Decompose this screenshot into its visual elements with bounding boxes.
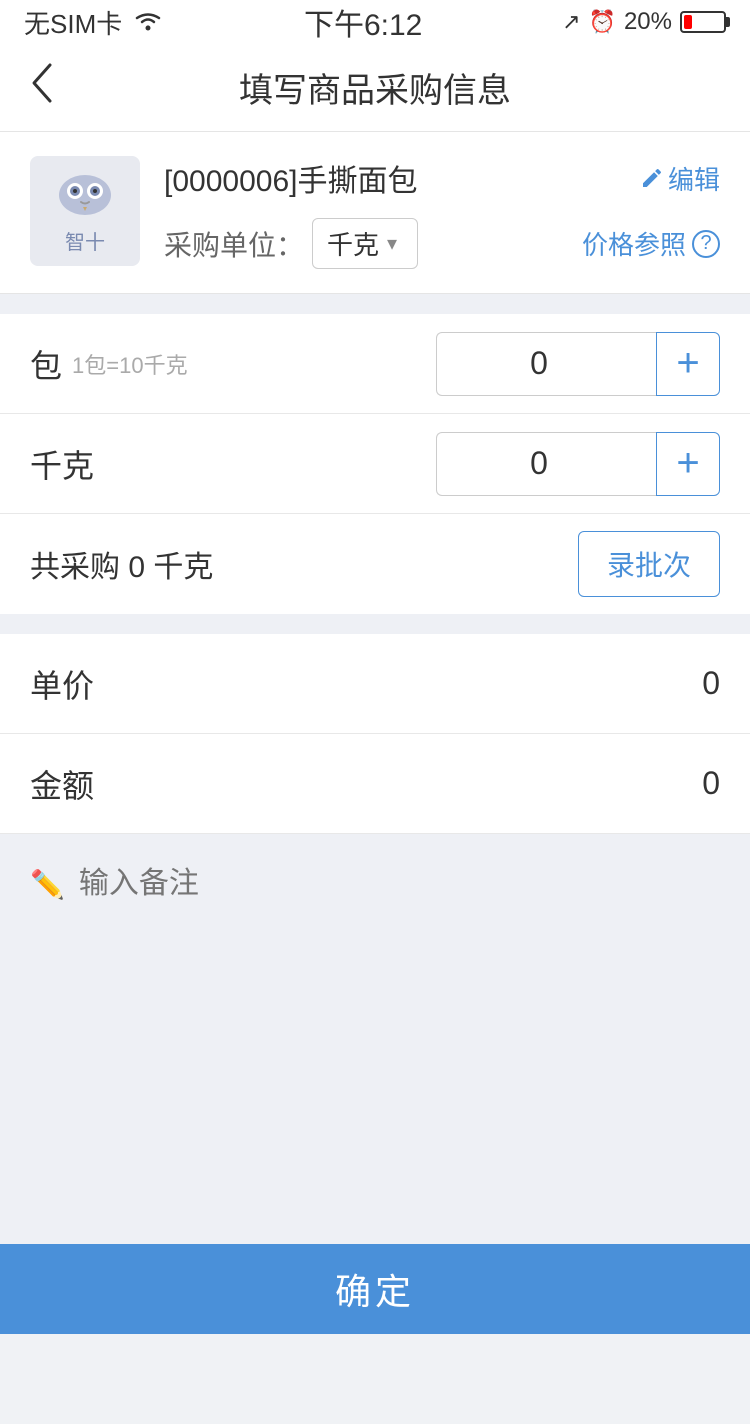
page-title: 填写商品采购信息 [239, 63, 511, 112]
wifi-icon [132, 7, 164, 38]
price-ref-label: 价格参照 [582, 225, 686, 262]
dropdown-icon: ▾ [387, 231, 397, 256]
help-icon: ? [692, 230, 720, 258]
bao-label: 包 1包=10千克 [30, 341, 188, 387]
unit-price-row: 单价 0 [0, 634, 750, 734]
back-button[interactable] [28, 61, 54, 115]
bao-label-sub: 1包=10千克 [72, 348, 188, 380]
bao-plus-button[interactable]: + [656, 332, 720, 396]
unit-price-label: 单价 [30, 661, 94, 707]
remark-input[interactable] [79, 867, 720, 901]
edit-button[interactable]: 编辑 [640, 160, 720, 197]
nav-bar: 填写商品采购信息 [0, 44, 750, 132]
kg-label-main: 千克 [30, 441, 94, 487]
product-header: [0000006]手撕面包 编辑 [164, 156, 720, 200]
status-right: ↗ ⏰ 20% [562, 8, 726, 36]
input-section: 包 1包=10千克 + 千克 + 共采购 0 千克 录批次 [0, 314, 750, 614]
unit-value: 千克 [327, 225, 379, 262]
brand-label: 智十 [53, 226, 117, 255]
unit-price-value: 0 [702, 665, 720, 702]
kg-input-row: 千克 + [0, 414, 750, 514]
amount-label: 金额 [30, 761, 94, 807]
bao-quantity-input[interactable] [436, 332, 656, 396]
kg-label: 千克 [30, 441, 180, 487]
pencil-icon: ✏️ [30, 868, 65, 901]
price-section: 单价 0 金额 0 [0, 634, 750, 834]
status-time: 下午6:12 [304, 0, 422, 44]
battery-percent: 20% [624, 8, 672, 36]
edit-label: 编辑 [668, 160, 720, 197]
unit-select[interactable]: 千克 ▾ [312, 218, 418, 269]
bao-label-main: 包 [30, 341, 62, 387]
alarm-icon: ⏰ [589, 9, 616, 35]
bottom-padding [0, 1334, 750, 1424]
location-icon: ↗ [562, 9, 580, 35]
amount-row: 金额 0 [0, 734, 750, 834]
total-text: 共采购 0 千克 [30, 542, 213, 586]
carrier-label: 无SIM卡 [24, 4, 122, 41]
product-name: [0000006]手撕面包 [164, 156, 417, 200]
section-separator-2 [0, 614, 750, 634]
total-row: 共采购 0 千克 录批次 [0, 514, 750, 614]
product-thumbnail: 智十 [30, 156, 140, 266]
status-left: 无SIM卡 [24, 4, 164, 41]
kg-plus-button[interactable]: + [656, 432, 720, 496]
section-separator-1 [0, 294, 750, 314]
bao-input-right: + [436, 332, 720, 396]
unit-label: 采购单位： [164, 224, 304, 264]
kg-quantity-input[interactable] [436, 432, 656, 496]
product-info: [0000006]手撕面包 编辑 采购单位： 千克 ▾ 价格参照 ? [164, 156, 720, 269]
confirm-button[interactable]: 确定 [0, 1244, 750, 1334]
status-bar: 无SIM卡 下午6:12 ↗ ⏰ 20% [0, 0, 750, 44]
price-ref-button[interactable]: 价格参照 ? [582, 225, 720, 262]
remark-section: ✏️ [0, 834, 750, 934]
amount-value: 0 [702, 765, 720, 802]
batch-button[interactable]: 录批次 [578, 531, 720, 597]
product-section: 智十 [0000006]手撕面包 编辑 采购单位： 千克 ▾ 价格参照 [0, 132, 750, 294]
bao-input-row: 包 1包=10千克 + [0, 314, 750, 414]
kg-input-right: + [436, 432, 720, 496]
battery-icon [680, 11, 726, 33]
product-unit-row: 采购单位： 千克 ▾ 价格参照 ? [164, 218, 720, 269]
